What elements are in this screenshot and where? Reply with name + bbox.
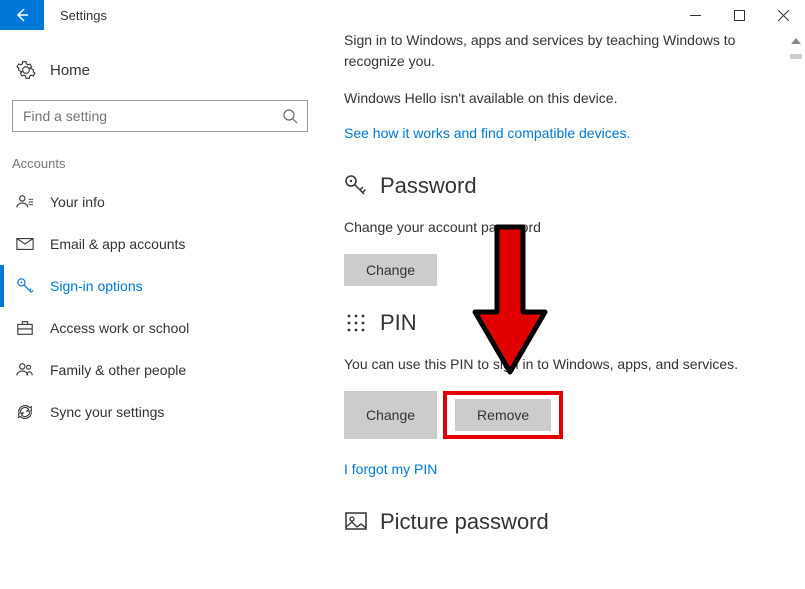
change-password-button[interactable]: Change (344, 254, 437, 286)
close-icon (778, 10, 789, 21)
search-wrap (12, 100, 308, 132)
nav-label: Email & app accounts (50, 236, 185, 252)
app-title: Settings (60, 8, 107, 23)
back-arrow-icon (14, 7, 30, 23)
scroll-thumb[interactable] (790, 54, 802, 59)
scroll-up-icon[interactable] (789, 34, 803, 48)
content-area: Sign in to Windows, apps and services by… (320, 30, 805, 589)
sync-icon (16, 403, 34, 421)
hello-unavailable: Windows Hello isn't available on this de… (344, 88, 787, 109)
category-label: Accounts (8, 146, 312, 181)
window-controls (673, 0, 805, 30)
nav-label: Sign-in options (50, 278, 143, 294)
search-icon (282, 108, 298, 124)
close-button[interactable] (761, 0, 805, 30)
password-heading: Password (380, 173, 477, 199)
picture-password-heading-row: Picture password (344, 509, 787, 535)
password-desc: Change your account password (344, 217, 787, 238)
sidebar-item-signin-options[interactable]: Sign-in options (0, 265, 312, 307)
sidebar: Home Accounts Your info Email & app acco… (0, 30, 320, 589)
key-icon (16, 277, 34, 295)
key-icon (344, 174, 368, 198)
hello-link[interactable]: See how it works and find compatible dev… (344, 125, 630, 141)
change-pin-button[interactable]: Change (344, 391, 437, 439)
gear-icon (16, 60, 36, 80)
picture-password-heading: Picture password (380, 509, 549, 535)
maximize-icon (734, 10, 745, 21)
sidebar-item-family-people[interactable]: Family & other people (0, 349, 312, 391)
annotation-highlight: Remove (443, 391, 563, 439)
nav-label: Sync your settings (50, 404, 164, 420)
minimize-button[interactable] (673, 0, 717, 30)
titlebar: Settings (0, 0, 805, 30)
home-button[interactable]: Home (8, 48, 312, 92)
hello-text: Sign in to Windows, apps and services by… (344, 30, 787, 72)
sidebar-item-work-school[interactable]: Access work or school (0, 307, 312, 349)
annotation-arrow-icon (470, 222, 550, 382)
pin-heading-row: PIN (344, 310, 787, 336)
sidebar-item-email-accounts[interactable]: Email & app accounts (0, 223, 312, 265)
minimize-icon (690, 10, 701, 21)
remove-pin-button[interactable]: Remove (455, 399, 551, 431)
picture-icon (344, 510, 368, 534)
forgot-pin-link[interactable]: I forgot my PIN (344, 461, 437, 477)
pin-desc: You can use this PIN to sign in to Windo… (344, 354, 787, 375)
maximize-button[interactable] (717, 0, 761, 30)
sidebar-item-sync-settings[interactable]: Sync your settings (0, 391, 312, 433)
pin-pad-icon (344, 311, 368, 335)
sidebar-item-your-info[interactable]: Your info (0, 181, 312, 223)
nav-label: Access work or school (50, 320, 189, 336)
scrollbar[interactable] (789, 34, 803, 584)
nav-label: Your info (50, 194, 105, 210)
user-icon (16, 193, 34, 211)
back-button[interactable] (0, 0, 44, 30)
nav-label: Family & other people (50, 362, 186, 378)
briefcase-icon (16, 319, 34, 337)
password-heading-row: Password (344, 173, 787, 199)
mail-icon (16, 235, 34, 253)
home-label: Home (50, 62, 90, 79)
pin-heading: PIN (380, 310, 417, 336)
search-input[interactable] (12, 100, 308, 132)
people-icon (16, 361, 34, 379)
